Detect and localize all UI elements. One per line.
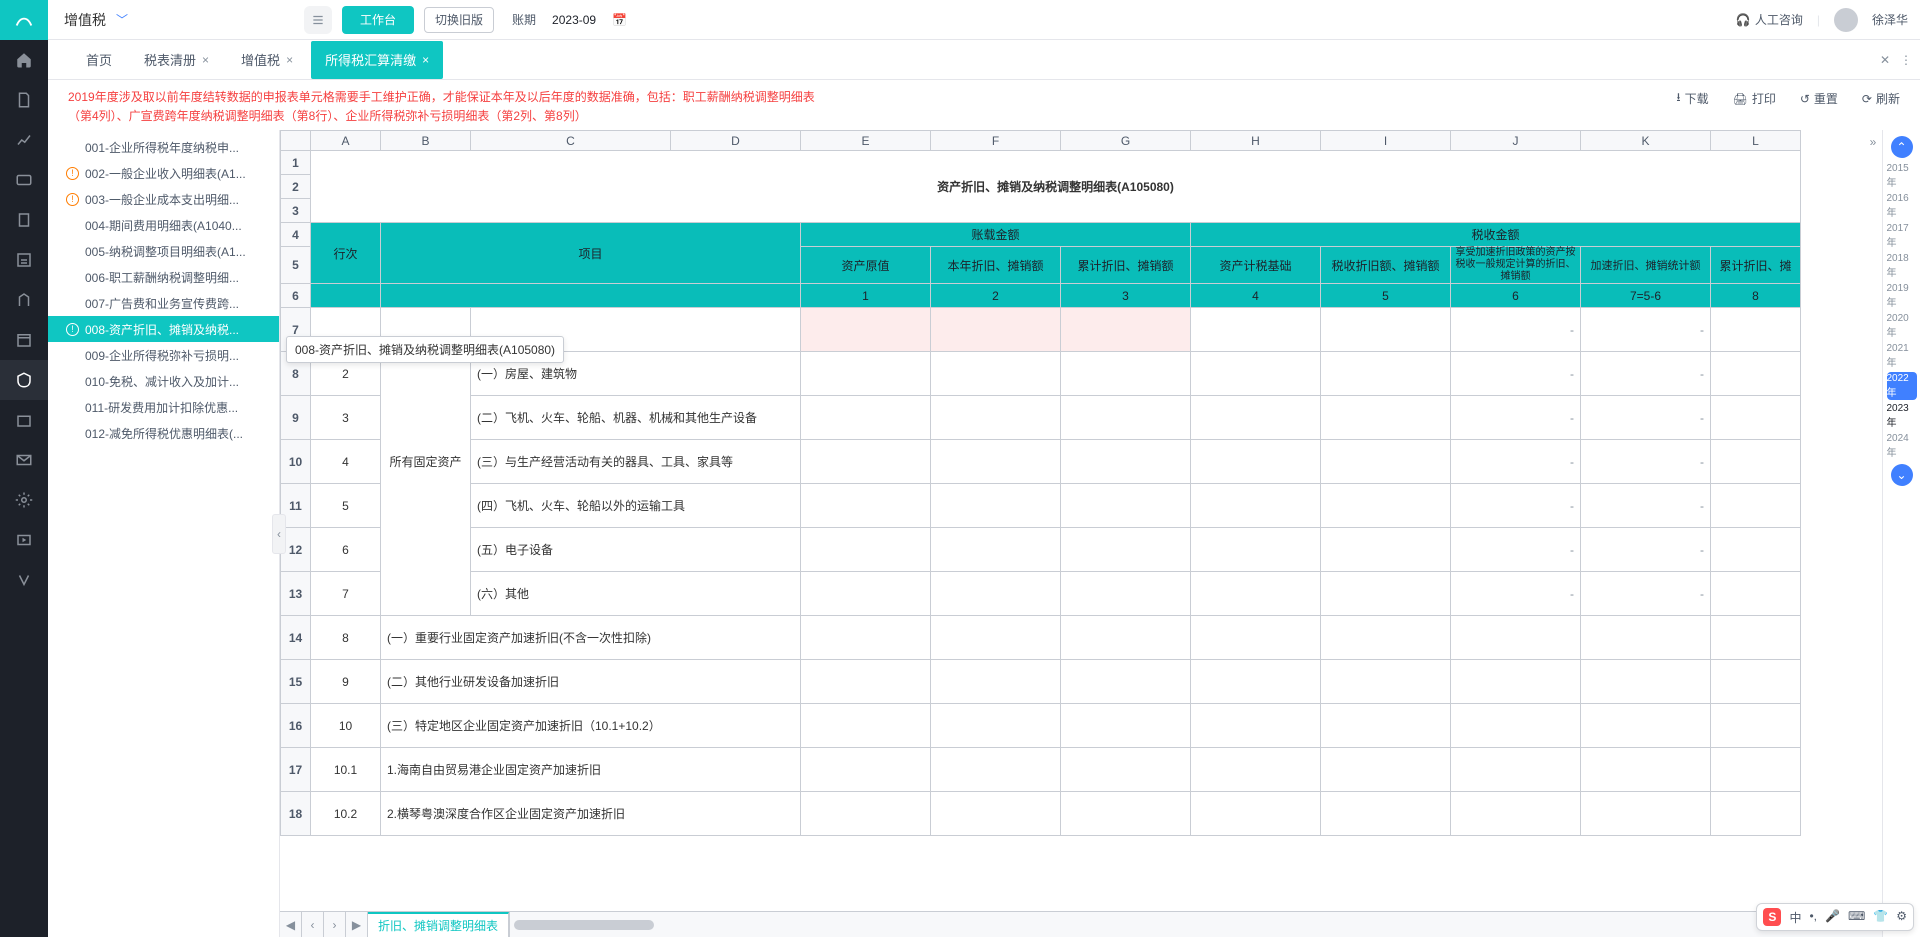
ime-logo-icon: S [1763,908,1781,926]
tree-item[interactable]: 006-职工薪酬纳税调整明细... [48,264,279,290]
year-button[interactable]: 2023年 [1887,402,1917,430]
close-icon[interactable]: × [202,53,209,67]
ime-item[interactable]: ⚙ [1896,909,1907,926]
nav-clipboard-icon[interactable] [0,200,48,240]
tree-item[interactable]: !003-一般企业成本支出明细... [48,186,279,212]
horizontal-scrollbar[interactable] [509,912,1882,937]
headset-icon: 🎧 [1736,13,1751,27]
form-tree: 001-企业所得税年度纳税申...!002-一般企业收入明细表(A1...!00… [48,130,280,937]
refresh-button[interactable]: ⟳刷新 [1862,90,1900,107]
year-button[interactable]: 2019年 [1887,282,1917,310]
warning-badge-icon: ! [66,167,79,180]
ime-item[interactable]: ⌨ [1848,909,1865,926]
chevron-down-icon[interactable]: ﹀ [116,11,128,28]
ime-item[interactable]: •, [1809,909,1817,926]
username: 徐泽华 [1872,11,1908,28]
download-icon: ⭳ [1676,88,1680,109]
warning-badge-icon: ! [66,193,79,206]
expand-icon[interactable]: » [1866,132,1880,152]
nav-rail [0,0,48,937]
nav-doc-icon[interactable] [0,80,48,120]
warning-badge-icon: ! [66,323,79,336]
year-rail: ⌃ 2015年2016年2017年2018年2019年2020年2021年202… [1882,130,1920,937]
tree-item[interactable]: 005-纳税调整项目明细表(A1... [48,238,279,264]
tab-bar: 首页税表清册×增值税×所得税汇算清缴× ✕ ⋮ [48,40,1920,80]
year-scroll-down-icon[interactable]: ⌄ [1891,464,1913,486]
year-button[interactable]: 2015年 [1887,162,1917,190]
tree-item[interactable]: 012-减免所得税优惠明细表(... [48,420,279,446]
sheet-nav-last-icon[interactable]: ▶ [346,912,368,937]
tree-item[interactable]: !002-一般企业收入明细表(A1... [48,160,279,186]
list-icon-button[interactable] [304,6,332,34]
year-button[interactable]: 2016年 [1887,192,1917,220]
tree-item[interactable]: 010-免税、减计收入及加计... [48,368,279,394]
sheet-nav-next-icon[interactable]: › [324,912,346,937]
nav-chart-icon[interactable] [0,120,48,160]
close-all-icon[interactable]: ✕ [1880,53,1890,67]
year-scroll-up-icon[interactable]: ⌃ [1891,136,1913,158]
ime-item[interactable]: 👕 [1873,909,1888,926]
topbar: 增值税 ﹀ 工作台 切换旧版 账期 2023-09 📅 🎧人工咨询 | 徐泽华 [48,0,1920,40]
sheet-nav-prev-icon[interactable]: ‹ [302,912,324,937]
tab-menu-icon[interactable]: ⋮ [1900,53,1912,67]
print-icon: 🖨 [1733,92,1748,106]
year-button[interactable]: 2020年 [1887,312,1917,340]
nav-v-icon[interactable] [0,560,48,600]
period-label: 账期 [512,11,536,28]
tree-item[interactable]: 009-企业所得税弥补亏损明... [48,342,279,368]
nav-archive-icon[interactable] [0,400,48,440]
nav-mail-icon[interactable] [0,440,48,480]
tree-item[interactable]: 001-企业所得税年度纳税申... [48,134,279,160]
ime-item[interactable]: 中 [1789,909,1801,926]
workbench-button[interactable]: 工作台 [342,6,414,34]
reset-button[interactable]: ↺重置 [1800,90,1838,107]
page-title: 增值税 [64,10,106,30]
tab[interactable]: 首页 [72,41,126,79]
tree-tooltip: 008-资产折旧、摊销及纳税调整明细表(A105080) [286,336,564,363]
tree-item[interactable]: 004-期间费用明细表(A1040... [48,212,279,238]
year-button[interactable]: 2022年 [1887,372,1917,400]
print-button[interactable]: 🖨打印 [1733,90,1776,107]
sheet-tab[interactable]: 折旧、摊销调整明细表 [368,912,509,937]
tree-item[interactable]: 007-广告费和业务宣传费跨... [48,290,279,316]
nav-calendar-icon[interactable] [0,320,48,360]
ime-item[interactable]: 🎤 [1825,909,1840,926]
year-button[interactable]: 2017年 [1887,222,1917,250]
nav-home-icon[interactable] [0,40,48,80]
spreadsheet[interactable]: » ABCDEFGHIJKL1资产折旧、摊销及纳税调整明细表(A105080)2… [280,130,1882,911]
sheet-nav-first-icon[interactable]: ◀ [280,912,302,937]
calendar-icon[interactable]: 📅 [612,13,627,27]
tab[interactable]: 税表清册× [130,41,223,79]
avatar[interactable] [1834,8,1858,32]
consult-link[interactable]: 🎧人工咨询 [1736,11,1803,28]
tree-collapse-handle[interactable]: ‹ [272,514,286,554]
nav-settings-icon[interactable] [0,480,48,520]
sheet-tab-bar: ◀ ‹ › ▶ 折旧、摊销调整明细表 [280,911,1882,937]
year-button[interactable]: 2018年 [1887,252,1917,280]
refresh-icon: ⟳ [1862,92,1872,106]
download-button[interactable]: ⭳下载 [1676,88,1708,109]
switch-old-button[interactable]: 切换旧版 [424,7,494,33]
tab[interactable]: 所得税汇算清缴× [311,41,443,79]
close-icon[interactable]: × [422,53,429,67]
nav-video-icon[interactable] [0,520,48,560]
close-icon[interactable]: × [286,53,293,67]
nav-wallet-icon[interactable] [0,160,48,200]
ime-toolbar[interactable]: S 中 •, 🎤 ⌨ 👕 ⚙ [1756,903,1914,931]
tree-item[interactable]: 011-研发费用加计扣除优惠... [48,394,279,420]
tree-item[interactable]: !008-资产折旧、摊销及纳税... [48,316,279,342]
year-button[interactable]: 2021年 [1887,342,1917,370]
tab[interactable]: 增值税× [227,41,307,79]
nav-building-icon[interactable] [0,280,48,320]
nav-tax-icon[interactable] [0,360,48,400]
alert-text: 2019年度涉及取以前年度结转数据的申报表单元格需要手工维护正确，才能保证本年及… [68,88,828,126]
nav-report-icon[interactable] [0,240,48,280]
reset-icon: ↺ [1800,92,1810,106]
period-value[interactable]: 2023-09 [552,13,596,27]
app-logo [0,0,48,40]
year-button[interactable]: 2024年 [1887,432,1917,460]
